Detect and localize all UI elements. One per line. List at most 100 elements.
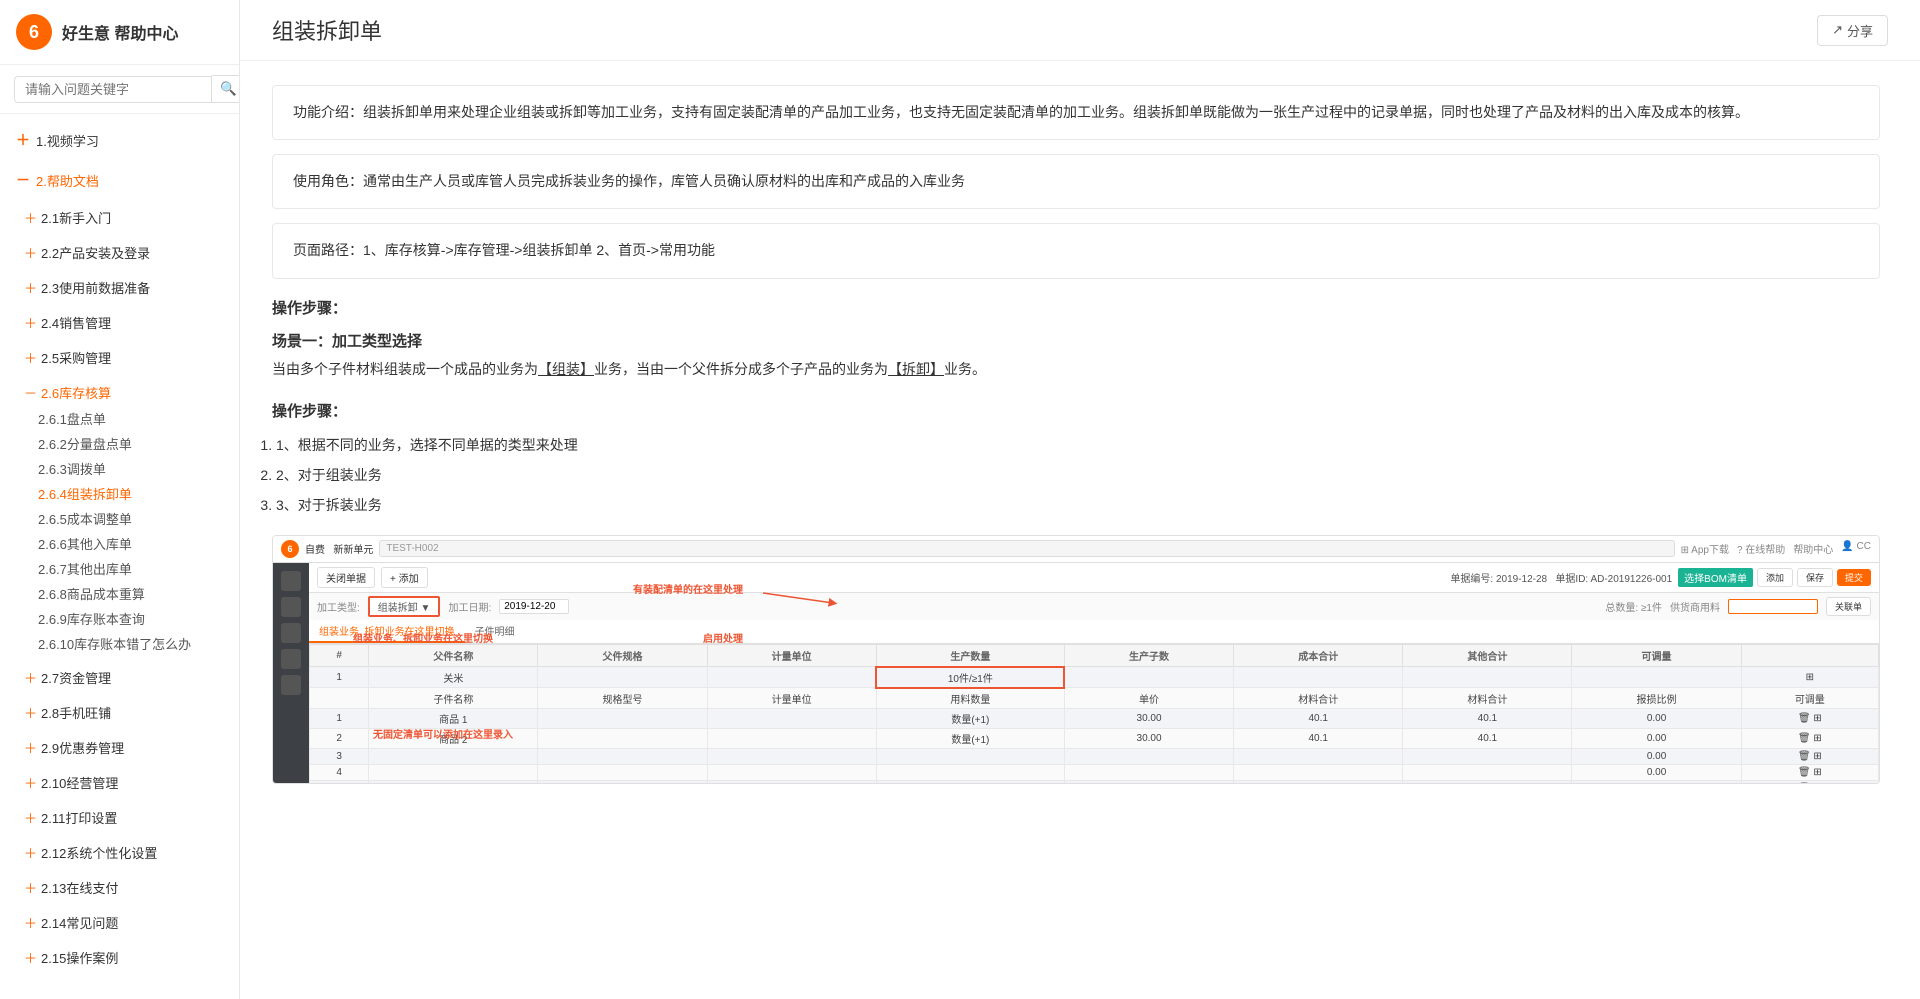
sidebar-item-22[interactable]: ＋ 2.2产品安装及登录 — [16, 235, 239, 270]
sidebar-item-26[interactable]: － 2.6库存核算 2.6.1盘点单 2.6.2分量盘点单 2.6.3调拨单 2… — [16, 375, 239, 660]
main-area: 组装拆卸单 ↗ 分享 功能介绍：组装拆卸单用来处理企业组装或拆卸等加工业务，支持… — [240, 0, 1920, 999]
sidebar-item-215[interactable]: ＋ 2.15操作案例 — [16, 940, 239, 975]
mock-apply-btn[interactable]: 关联单 — [1826, 597, 1871, 616]
mock-form-row: 加工类型: 组装拆卸 ▼ 加工日期: 总数量: ≥1件 供货商用料 关联单 — [309, 593, 1879, 620]
mock-table-wrapper: # 父件名称 父件规格 计量单位 生产数量 生产子数 成本合计 其他合计 可调量 — [309, 644, 1879, 783]
mock-browser-bar: 6 自费 新新单元 TEST-H002 ⊞ App下载 ? 在线帮助 帮助中心 … — [273, 536, 1879, 563]
search-input[interactable] — [14, 76, 212, 103]
sidebar-item-23[interactable]: ＋ 2.3使用前数据准备 — [16, 270, 239, 305]
plus-icon-23: ＋ — [24, 278, 37, 297]
intro-block-1: 功能介绍：组装拆卸单用来处理企业组装或拆卸等加工业务，支持有固定装配清单的产品加… — [272, 85, 1880, 140]
plus-icon-25: ＋ — [24, 348, 37, 367]
plus-icon-215: ＋ — [24, 948, 37, 967]
sidebar-item-266[interactable]: 2.6.6其他入库单 — [30, 531, 239, 556]
mock-supplier-input[interactable] — [1728, 599, 1818, 614]
intro-block-3: 页面路径：1、库存核算->库存管理->组装拆卸单 2、首页->常用功能 — [272, 223, 1880, 278]
sidebar-item-213-label: 2.13在线支付 — [41, 878, 118, 897]
help-icon: ? 在线帮助 — [1737, 541, 1785, 556]
plus-icon-24: ＋ — [24, 313, 37, 332]
mock-submit-btn[interactable]: 提交 — [1837, 569, 1871, 586]
sidebar-item-262[interactable]: 2.6.2分量盘点单 — [30, 431, 239, 456]
sidebar-item-265[interactable]: 2.6.5成本调整单 — [30, 506, 239, 531]
mock-label-date: 加工日期: — [448, 599, 491, 614]
sidebar-item-264[interactable]: 2.6.4组装拆卸单 — [30, 481, 239, 506]
sidebar-item-1[interactable]: ＋ 1.视频学习 — [0, 120, 239, 160]
step-3: 3、对于拆装业务 — [276, 491, 1880, 519]
sidebar-item-28[interactable]: ＋ 2.8手机旺铺 — [16, 695, 239, 730]
app-logo-text: 好生意 帮助中心 — [62, 20, 178, 44]
mock-doc-no: 单据编号: 2019-12-28 单据ID: AD-20191226-001 — [1450, 570, 1672, 585]
sidebar-item-23-label: 2.3使用前数据准备 — [41, 278, 150, 297]
sidebar-item-29[interactable]: ＋ 2.9优惠券管理 — [16, 730, 239, 765]
mock-date-input[interactable] — [499, 599, 569, 614]
step-1: 1、根据不同的业务，选择不同单据的类型来处理 — [276, 431, 1880, 459]
mock-tabs: 组装业务, 拆卸业务在这里切换 子件明细 — [309, 620, 1879, 644]
mock-col-parent-name: 父件名称 — [369, 644, 538, 667]
mock-label-qty: 总数量: ≥1件 — [1605, 599, 1662, 614]
sidebar-item-25[interactable]: ＋ 2.5采购管理 — [16, 340, 239, 375]
mock-sidebar-icon-2 — [281, 597, 301, 617]
plus-icon-212: ＋ — [24, 843, 37, 862]
sidebar-item-211-label: 2.11打印设置 — [41, 808, 117, 827]
table-row: 40.00🗑 ⊞ — [310, 764, 1879, 780]
steps-title: 操作步骤： — [272, 297, 1880, 318]
sidebar-item-268[interactable]: 2.6.8商品成本重算 — [30, 581, 239, 606]
sidebar-item-25-label: 2.5采购管理 — [41, 348, 111, 367]
page-title: 组装拆卸单 — [272, 14, 382, 46]
plus-icon-21: ＋ — [24, 208, 37, 227]
mock-save-btn[interactable]: 保存 — [1797, 568, 1833, 587]
sidebar-item-27[interactable]: ＋ 2.7资金管理 — [16, 660, 239, 695]
mock-tabs-bar: 自费 新新单元 — [305, 541, 373, 556]
mock-app: 6 自费 新新单元 TEST-H002 ⊞ App下载 ? 在线帮助 帮助中心 … — [273, 536, 1879, 783]
mock-bom-area: 选择BOM清单 添加 保存 提交 — [1678, 568, 1871, 587]
minus-icon-26: － — [24, 383, 37, 402]
sidebar-item-21[interactable]: ＋ 2.1新手入门 — [16, 200, 239, 235]
sidebar-item-214[interactable]: ＋ 2.14常见问题 — [16, 905, 239, 940]
mock-type-select[interactable]: 组装拆卸 ▼ — [368, 596, 441, 617]
sidebar-item-22-label: 2.2产品安装及登录 — [41, 243, 150, 262]
intro-block-2: 使用角色：通常由生产人员或库管人员完成拆装业务的操作，库管人员确认原材料的出库和… — [272, 154, 1880, 209]
sidebar-item-212-label: 2.12系统个性化设置 — [41, 843, 157, 862]
minus-icon: － — [16, 170, 30, 190]
sidebar-item-212[interactable]: ＋ 2.12系统个性化设置 — [16, 835, 239, 870]
mock-col-sub-qty: 生产子数 — [1064, 644, 1233, 667]
sidebar-item-215-label: 2.15操作案例 — [41, 948, 118, 967]
mock-bom-btn: 选择BOM清单 — [1678, 568, 1753, 587]
sidebar-item-24[interactable]: ＋ 2.4销售管理 — [16, 305, 239, 340]
sidebar-item-211[interactable]: ＋ 2.11打印设置 — [16, 800, 239, 835]
sidebar-item-269[interactable]: 2.6.9库存账本查询 — [30, 606, 239, 631]
mock-inner-app: 关闭单据 + 添加 单据编号: 2019-12-28 单据ID: AD-2019… — [273, 563, 1879, 783]
mock-col-action — [1741, 644, 1878, 667]
table-row: 50.00🗑 ⊞ — [310, 780, 1879, 783]
mock-col-other: 其他合计 — [1403, 644, 1572, 667]
mock-btn-add[interactable]: + 添加 — [381, 567, 428, 588]
sidebar-item-2[interactable]: － 2.帮助文档 — [0, 160, 239, 200]
mock-btn-close[interactable]: 关闭单据 — [317, 567, 375, 588]
mock-add-btn[interactable]: 添加 — [1757, 568, 1793, 587]
plus-icon-29: ＋ — [24, 738, 37, 757]
mock-label-type: 加工类型: — [317, 599, 360, 614]
plus-icon-28: ＋ — [24, 703, 37, 722]
table-row: 1 关米 10件/≥1件 ⊞ — [310, 667, 1879, 688]
sidebar-item-2-label: 2.帮助文档 — [36, 171, 99, 190]
sidebar-item-210[interactable]: ＋ 2.10经营管理 — [16, 765, 239, 800]
sidebar-item-261[interactable]: 2.6.1盘点单 — [30, 406, 239, 431]
sidebar-item-2610[interactable]: 2.6.10库存账本错了怎么办 — [30, 631, 239, 656]
plus-icon-22: ＋ — [24, 243, 37, 262]
mock-tab-child[interactable]: 子件明细 — [465, 620, 525, 643]
sidebar-item-213[interactable]: ＋ 2.13在线支付 — [16, 870, 239, 905]
sidebar-item-263[interactable]: 2.6.3调拨单 — [30, 456, 239, 481]
sidebar-logo: 6 好生意 帮助中心 — [0, 0, 239, 65]
sidebar-item-267[interactable]: 2.6.7其他出库单 — [30, 556, 239, 581]
mock-tab-parent[interactable]: 组装业务, 拆卸业务在这里切换 — [309, 620, 465, 643]
search-button[interactable]: 🔍 — [212, 75, 240, 103]
table-row: 1 商品 1 数量(+1) 30.00 40.1 40.1 0.00 — [310, 708, 1879, 728]
share-button[interactable]: ↗ 分享 — [1817, 15, 1888, 46]
search-icon: 🔍 — [220, 81, 237, 96]
center-icon: 帮助中心 — [1793, 541, 1833, 556]
share-icon: ↗ — [1832, 22, 1843, 38]
apps-icon: ⊞ App下载 — [1681, 541, 1729, 556]
mock-col-adjust: 可调量 — [1572, 644, 1741, 667]
sidebar-search-bar: 🔍 — [0, 65, 239, 114]
sidebar: 6 好生意 帮助中心 🔍 ＋ 1.视频学习 － 2.帮助文档 — [0, 0, 240, 999]
